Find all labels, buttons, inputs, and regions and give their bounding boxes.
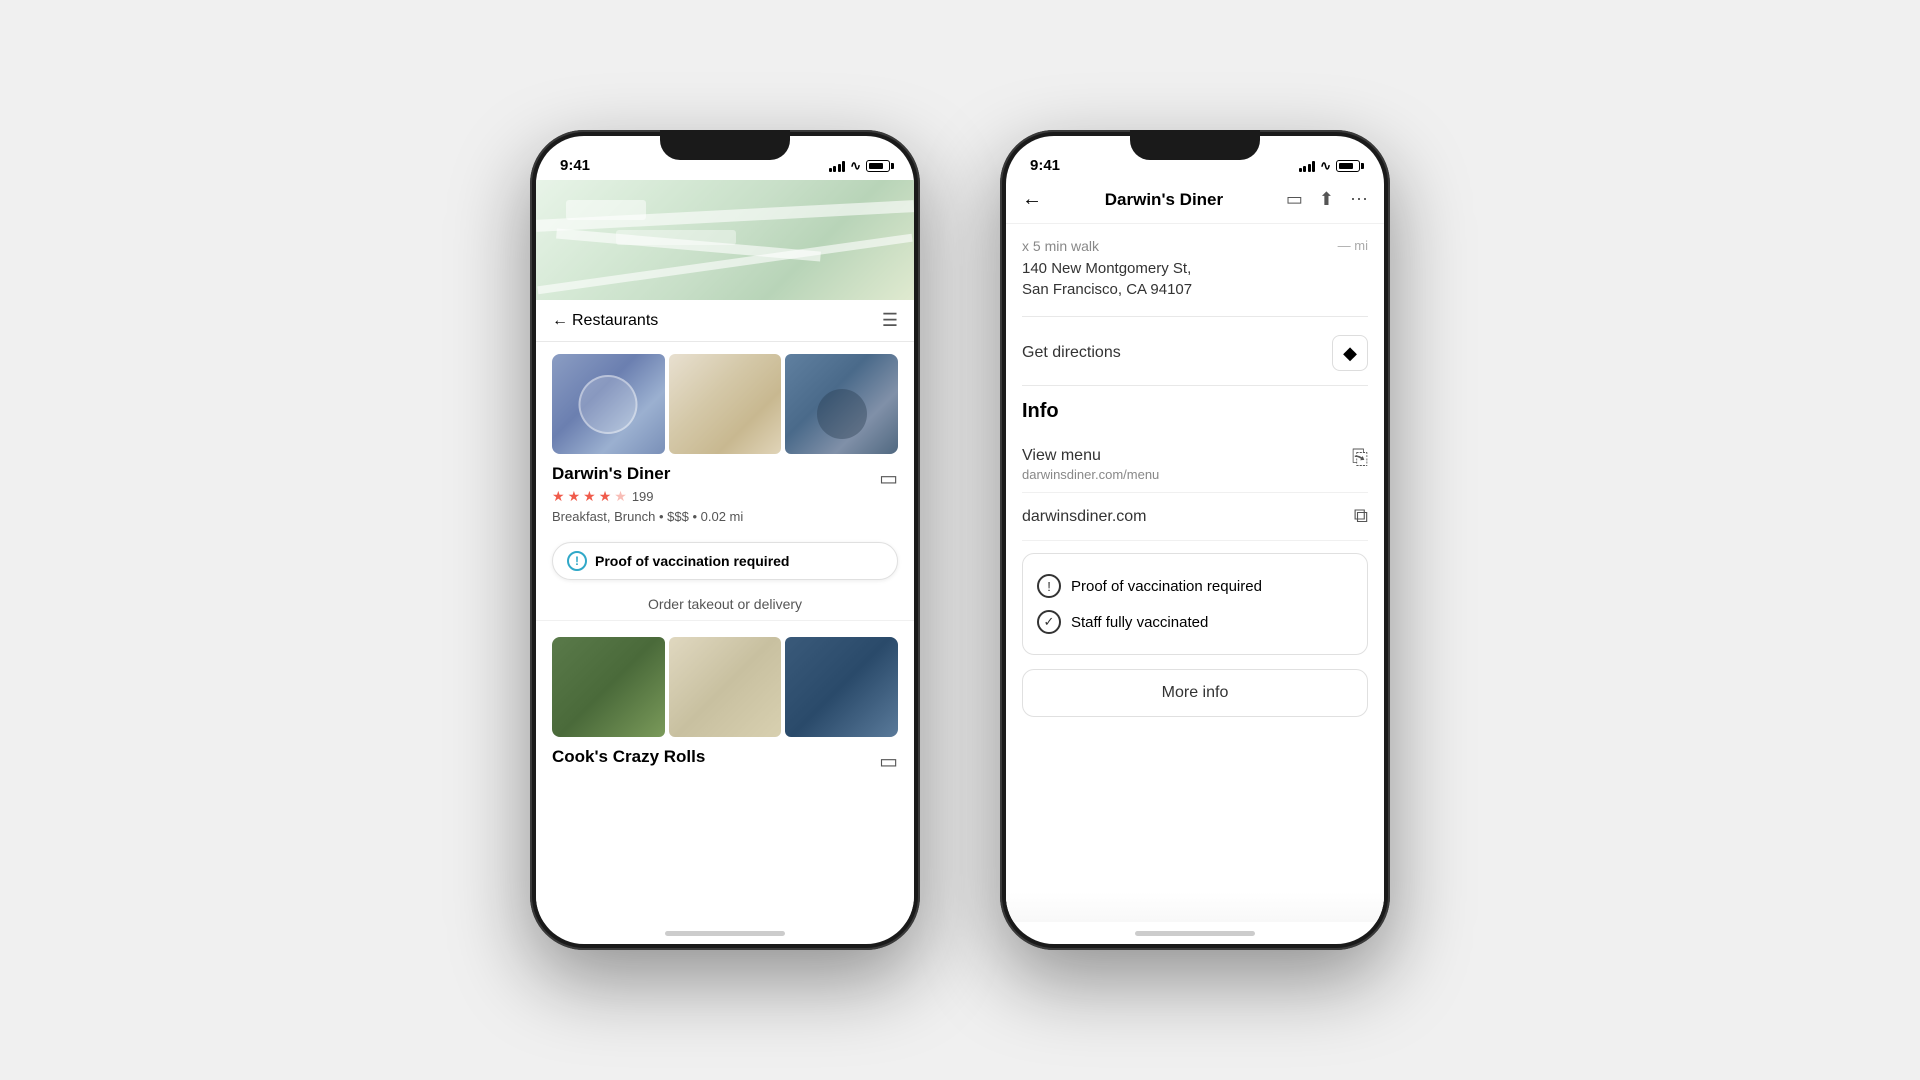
bookmark-icon-2[interactable]: ▭ — [879, 749, 898, 774]
food-image-2c — [785, 637, 898, 737]
food-images-2 — [552, 637, 898, 737]
left-screen-content: Darwin's Diner ★ ★ ★ ★ ★ 199 Breakfast, … — [536, 342, 914, 922]
more-info-button[interactable]: More info — [1022, 669, 1368, 717]
status-time-right: 9:41 — [1030, 157, 1060, 174]
status-icons-right: ∿ — [1299, 158, 1360, 174]
more-nav-icon[interactable]: ⋯ — [1350, 189, 1368, 210]
address-line2: San Francisco, CA 94107 — [1022, 279, 1368, 300]
restaurant-meta-1: Breakfast, Brunch • $$$ • 0.02 mi — [552, 509, 743, 524]
battery-icon-left — [866, 160, 890, 172]
food-image-2b — [669, 637, 782, 737]
home-indicator-left — [536, 922, 914, 944]
nav-back-label-left: Restaurants — [572, 312, 658, 330]
info-section-title: Info — [1022, 400, 1368, 423]
list-icon-left[interactable]: ☰ — [882, 310, 898, 331]
star-3: ★ — [583, 488, 596, 505]
nav-actions-right: ▭ ⬆ ⋯ — [1286, 189, 1368, 210]
stars-1: ★ ★ ★ ★ ★ 199 — [552, 488, 743, 505]
map-area — [536, 180, 914, 300]
get-directions-label: Get directions — [1022, 344, 1121, 362]
address: 140 New Montgomery St, San Francisco, CA… — [1022, 258, 1368, 300]
status-time-left: 9:41 — [560, 157, 590, 174]
staff-vaccinated-row: ✓ Staff fully vaccinated — [1037, 604, 1353, 640]
review-count-1: 199 — [632, 489, 654, 504]
vax-required-icon: ! — [1037, 574, 1061, 598]
walk-time: x 5 min walk — mi — [1022, 238, 1368, 254]
signal-icon-left — [829, 161, 846, 172]
address-line1: 140 New Montgomery St, — [1022, 258, 1368, 279]
staff-vax-icon: ✓ — [1037, 610, 1061, 634]
star-5-half: ★ — [614, 488, 627, 505]
signal-icon-right — [1299, 161, 1316, 172]
star-1: ★ — [552, 488, 565, 505]
page-title-right: Darwin's Diner — [1105, 190, 1223, 210]
food-image-1c — [785, 354, 898, 454]
vax-required-text: Proof of vaccination required — [1071, 578, 1262, 595]
restaurant-info-1: Darwin's Diner ★ ★ ★ ★ ★ 199 Breakfast, … — [552, 464, 898, 524]
food-images-1 — [552, 354, 898, 454]
menu-icon: ⎘ — [1352, 447, 1368, 470]
share-nav-icon[interactable]: ⬆ — [1319, 189, 1334, 210]
divider-1 — [1022, 316, 1368, 317]
directions-icon: ◆ — [1332, 335, 1368, 371]
health-card: ! Proof of vaccination required ✓ Staff … — [1022, 553, 1368, 655]
detail-content: x 5 min walk — mi 140 New Montgomery St,… — [1006, 224, 1384, 731]
left-phone: 9:41 ∿ ← Re — [530, 130, 920, 950]
bookmark-icon-1[interactable]: ▭ — [879, 466, 898, 491]
get-directions-row[interactable]: Get directions ◆ — [1022, 331, 1368, 385]
food-image-1b — [669, 354, 782, 454]
star-2: ★ — [568, 488, 581, 505]
website-row[interactable]: darwinsdiner.com ⧉ — [1022, 493, 1368, 541]
restaurant-name-1: Darwin's Diner — [552, 464, 743, 484]
right-phone: 9:41 ∿ ← Darwin's Diner ▭ ⬆ — [1000, 130, 1390, 950]
nav-bar-left: ← Restaurants ☰ — [536, 300, 914, 342]
bottom-strip-right — [1006, 892, 1384, 922]
view-menu-row[interactable]: View menu darwinsdiner.com/menu ⎘ — [1022, 437, 1368, 493]
vax-alert-icon: ! — [567, 551, 587, 571]
vax-badge-text: Proof of vaccination required — [595, 553, 789, 569]
status-icons-left: ∿ — [829, 158, 890, 174]
staff-vax-text: Staff fully vaccinated — [1071, 614, 1208, 631]
food-image-1a — [552, 354, 665, 454]
view-menu-url: darwinsdiner.com/menu — [1022, 467, 1159, 482]
back-button-right[interactable]: ← — [1022, 188, 1042, 211]
restaurant-info-2: Cook's Crazy Rolls ▭ — [552, 747, 898, 774]
home-indicator-right — [1006, 922, 1384, 944]
external-link-icon: ⧉ — [1354, 505, 1368, 528]
back-arrow-left: ← — [552, 312, 568, 330]
star-4: ★ — [599, 488, 612, 505]
nav-bar-right: ← Darwin's Diner ▭ ⬆ ⋯ — [1006, 180, 1384, 224]
restaurant-name-2: Cook's Crazy Rolls — [552, 747, 705, 767]
order-link[interactable]: Order takeout or delivery — [536, 588, 914, 621]
wifi-icon-left: ∿ — [850, 158, 861, 174]
restaurant-card-2: Cook's Crazy Rolls ▭ — [536, 625, 914, 774]
back-button-left[interactable]: ← Restaurants — [552, 312, 658, 330]
divider-2 — [1022, 385, 1368, 386]
food-image-2a — [552, 637, 665, 737]
wifi-icon-right: ∿ — [1320, 158, 1331, 174]
view-menu-label: View menu — [1022, 447, 1159, 465]
right-screen-content: x 5 min walk — mi 140 New Montgomery St,… — [1006, 224, 1384, 922]
restaurant-card-1: Darwin's Diner ★ ★ ★ ★ ★ 199 Breakfast, … — [536, 342, 914, 536]
website-label: darwinsdiner.com — [1022, 508, 1147, 526]
bookmark-nav-icon[interactable]: ▭ — [1286, 189, 1303, 210]
vaccination-badge: ! Proof of vaccination required — [552, 542, 898, 580]
battery-icon-right — [1336, 160, 1360, 172]
vaccination-required-row: ! Proof of vaccination required — [1037, 568, 1353, 604]
